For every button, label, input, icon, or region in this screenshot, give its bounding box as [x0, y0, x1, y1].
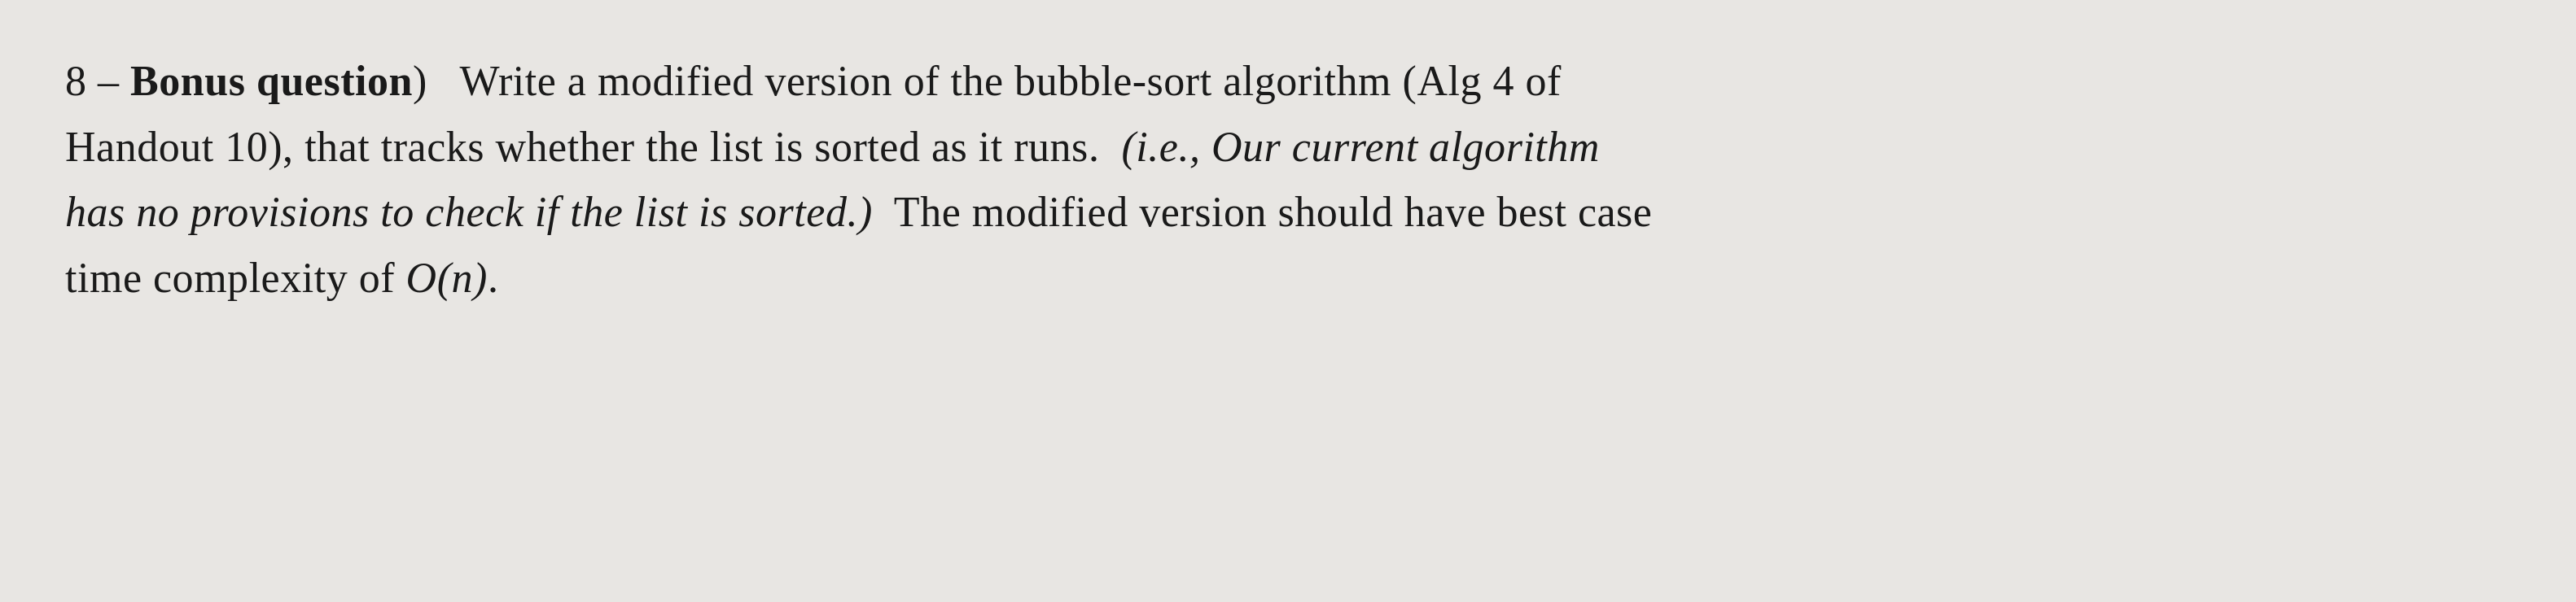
italic-continuation: has no provisions to check if the list i…	[65, 189, 873, 235]
big-o-notation: O(n)	[406, 255, 488, 301]
question-number: 8 –	[65, 58, 130, 104]
question-line-4: time complexity of O(n).	[65, 255, 498, 301]
paren-close: ) Write a modified version of the bubble…	[413, 58, 1562, 104]
question-body: 8 – Bonus question) Write a modified ver…	[65, 49, 2511, 311]
question-line-1: 8 – Bonus question) Write a modified ver…	[65, 58, 1562, 104]
question-line-3: has no provisions to check if the list i…	[65, 189, 1652, 235]
ie-clause: (i.e., Our current algorithm	[1121, 124, 1599, 170]
bonus-label: Bonus question	[130, 58, 413, 104]
question-line-2: Handout 10), that tracks whether the lis…	[65, 124, 1600, 170]
page-content: 8 – Bonus question) Write a modified ver…	[0, 0, 2576, 602]
